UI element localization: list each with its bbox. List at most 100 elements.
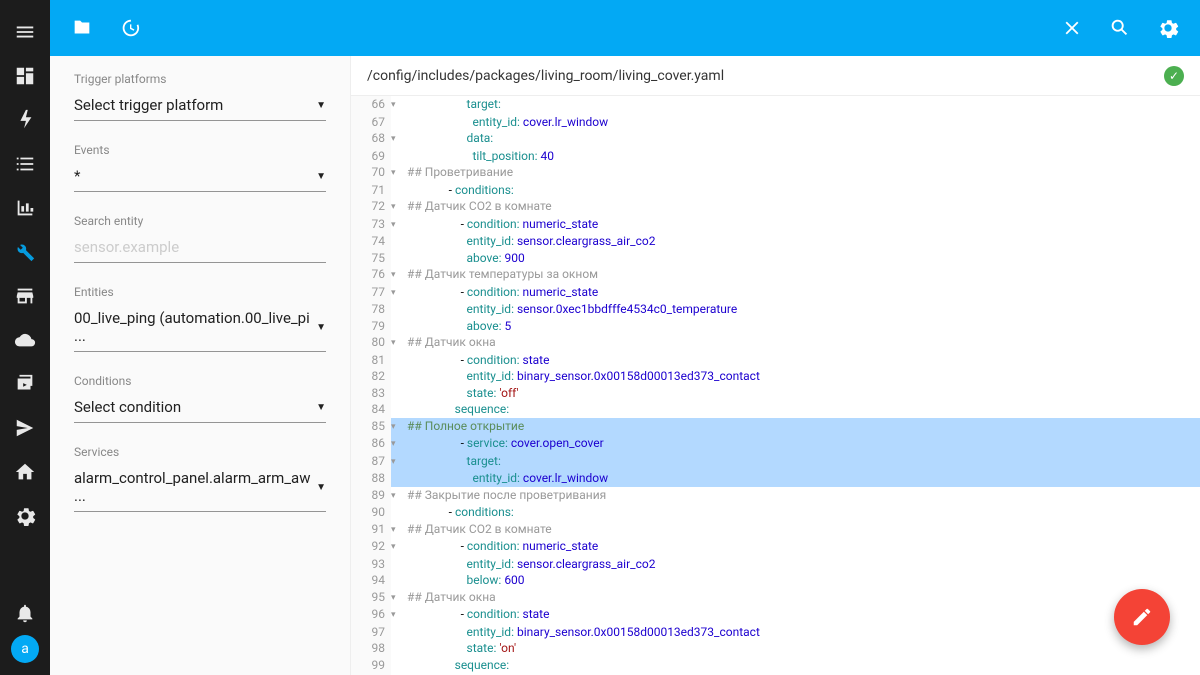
lightning-icon[interactable] bbox=[13, 108, 37, 132]
fold-marker[interactable] bbox=[391, 148, 403, 165]
code-line[interactable]: 97 entity_id: binary_sensor.0x00158d0001… bbox=[351, 624, 1200, 641]
line-number: 67 bbox=[351, 114, 391, 131]
code-line[interactable]: 71 - conditions: bbox=[351, 182, 1200, 199]
code-line[interactable]: 85▾## Полное открытие bbox=[351, 418, 1200, 436]
code-line[interactable]: 67 entity_id: cover.lr_window bbox=[351, 114, 1200, 131]
code-line[interactable]: 82 entity_id: binary_sensor.0x00158d0001… bbox=[351, 368, 1200, 385]
code-line[interactable]: 86▾ - service: cover.open_cover bbox=[351, 435, 1200, 453]
entities-select[interactable]: 00_live_ping (automation.00_live_pi ... … bbox=[74, 305, 326, 352]
fold-marker[interactable]: ▾ bbox=[391, 521, 403, 539]
code-text: ## Датчик CO2 в комнате bbox=[403, 521, 552, 539]
wrench-icon[interactable] bbox=[13, 240, 37, 264]
code-line[interactable]: 75 above: 900 bbox=[351, 250, 1200, 267]
code-line[interactable]: 73▾ - condition: numeric_state bbox=[351, 216, 1200, 234]
fold-marker[interactable]: ▾ bbox=[391, 198, 403, 216]
fold-marker[interactable] bbox=[391, 556, 403, 573]
store-icon[interactable] bbox=[13, 284, 37, 308]
cloud-icon[interactable] bbox=[13, 328, 37, 352]
fold-marker[interactable] bbox=[391, 572, 403, 589]
fold-marker[interactable]: ▾ bbox=[391, 164, 403, 182]
code-line[interactable]: 96▾ - condition: state bbox=[351, 606, 1200, 624]
code-line[interactable]: 70▾## Проветривание bbox=[351, 164, 1200, 182]
events-select[interactable]: * ▼ bbox=[74, 163, 326, 192]
code-line[interactable]: 72▾## Датчик CO2 в комнате bbox=[351, 198, 1200, 216]
fold-marker[interactable]: ▾ bbox=[391, 216, 403, 234]
chevron-down-icon: ▼ bbox=[316, 171, 326, 182]
fold-marker[interactable] bbox=[391, 182, 403, 199]
edit-fab[interactable] bbox=[1114, 589, 1170, 645]
code-line[interactable]: 68▾ data: bbox=[351, 130, 1200, 148]
search-icon[interactable] bbox=[1096, 4, 1144, 52]
fold-marker[interactable] bbox=[391, 318, 403, 335]
code-line[interactable]: 76▾## Датчик температуры за окном bbox=[351, 266, 1200, 284]
code-line[interactable]: 78 entity_id: sensor.0xec1bbdfffe4534c0_… bbox=[351, 301, 1200, 318]
fold-marker[interactable] bbox=[391, 504, 403, 521]
chart-icon[interactable] bbox=[13, 196, 37, 220]
code-line[interactable]: 92▾ - condition: numeric_state bbox=[351, 538, 1200, 556]
fold-marker[interactable] bbox=[391, 470, 403, 487]
code-line[interactable]: 77▾ - condition: numeric_state bbox=[351, 284, 1200, 302]
gear-icon[interactable] bbox=[13, 504, 37, 528]
fold-marker[interactable] bbox=[391, 640, 403, 657]
code-line[interactable]: 79 above: 5 bbox=[351, 318, 1200, 335]
code-line[interactable]: 95▾## Датчик окна bbox=[351, 589, 1200, 607]
fold-marker[interactable]: ▾ bbox=[391, 538, 403, 556]
code-line[interactable]: 93 entity_id: sensor.cleargrass_air_co2 bbox=[351, 556, 1200, 573]
code-line[interactable]: 99 sequence: bbox=[351, 657, 1200, 674]
code-line[interactable]: 84 sequence: bbox=[351, 401, 1200, 418]
code-line[interactable]: 88 entity_id: cover.lr_window bbox=[351, 470, 1200, 487]
fold-marker[interactable] bbox=[391, 352, 403, 369]
fold-marker[interactable]: ▾ bbox=[391, 266, 403, 284]
close-icon[interactable] bbox=[1048, 4, 1096, 52]
code-area[interactable]: 66▾ target:67 entity_id: cover.lr_window… bbox=[351, 96, 1200, 675]
menu-icon[interactable] bbox=[13, 20, 37, 44]
fold-marker[interactable] bbox=[391, 114, 403, 131]
fold-marker[interactable]: ▾ bbox=[391, 130, 403, 148]
fold-marker[interactable] bbox=[391, 624, 403, 641]
folder-icon[interactable] bbox=[58, 4, 106, 52]
code-text: above: 900 bbox=[403, 250, 525, 267]
fold-marker[interactable]: ▾ bbox=[391, 453, 403, 471]
fold-marker[interactable]: ▾ bbox=[391, 334, 403, 352]
fold-marker[interactable] bbox=[391, 401, 403, 418]
code-line[interactable]: 69 tilt_position: 40 bbox=[351, 148, 1200, 165]
code-line[interactable]: 90 - conditions: bbox=[351, 504, 1200, 521]
chevron-down-icon: ▼ bbox=[316, 100, 326, 111]
code-line[interactable]: 94 below: 600 bbox=[351, 572, 1200, 589]
code-line[interactable]: 83 state: 'off' bbox=[351, 385, 1200, 402]
settings-icon[interactable] bbox=[1144, 4, 1192, 52]
fold-marker[interactable]: ▾ bbox=[391, 606, 403, 624]
dashboard-icon[interactable] bbox=[13, 64, 37, 88]
history-icon[interactable] bbox=[106, 4, 154, 52]
fold-marker[interactable] bbox=[391, 385, 403, 402]
code-line[interactable]: 81 - condition: state bbox=[351, 352, 1200, 369]
fold-marker[interactable]: ▾ bbox=[391, 284, 403, 302]
media-icon[interactable] bbox=[13, 372, 37, 396]
home-icon[interactable] bbox=[13, 460, 37, 484]
code-line[interactable]: 80▾## Датчик окна bbox=[351, 334, 1200, 352]
fold-marker[interactable] bbox=[391, 250, 403, 267]
code-line[interactable]: 98 state: 'on' bbox=[351, 640, 1200, 657]
trigger-platforms-select[interactable]: Select trigger platform ▼ bbox=[74, 92, 326, 121]
fold-marker[interactable]: ▾ bbox=[391, 487, 403, 505]
fold-marker[interactable] bbox=[391, 301, 403, 318]
fold-marker[interactable] bbox=[391, 233, 403, 250]
fold-marker[interactable]: ▾ bbox=[391, 589, 403, 607]
fold-marker[interactable]: ▾ bbox=[391, 96, 403, 114]
code-line[interactable]: 66▾ target: bbox=[351, 96, 1200, 114]
fold-marker[interactable] bbox=[391, 657, 403, 674]
arrow-icon[interactable] bbox=[13, 416, 37, 440]
code-line[interactable]: 89▾## Закрытие после проветривания bbox=[351, 487, 1200, 505]
code-line[interactable]: 74 entity_id: sensor.cleargrass_air_co2 bbox=[351, 233, 1200, 250]
code-line[interactable]: 91▾## Датчик CO2 в комнате bbox=[351, 521, 1200, 539]
services-select[interactable]: alarm_control_panel.alarm_arm_aw ... ▼ bbox=[74, 465, 326, 512]
list-icon[interactable] bbox=[13, 152, 37, 176]
fold-marker[interactable]: ▾ bbox=[391, 418, 403, 436]
code-line[interactable]: 87▾ target: bbox=[351, 453, 1200, 471]
conditions-select[interactable]: Select condition ▼ bbox=[74, 394, 326, 423]
fold-marker[interactable]: ▾ bbox=[391, 435, 403, 453]
avatar[interactable]: a bbox=[11, 635, 39, 663]
search-entity-input[interactable] bbox=[74, 234, 326, 263]
fold-marker[interactable] bbox=[391, 368, 403, 385]
bell-icon[interactable] bbox=[13, 601, 37, 625]
